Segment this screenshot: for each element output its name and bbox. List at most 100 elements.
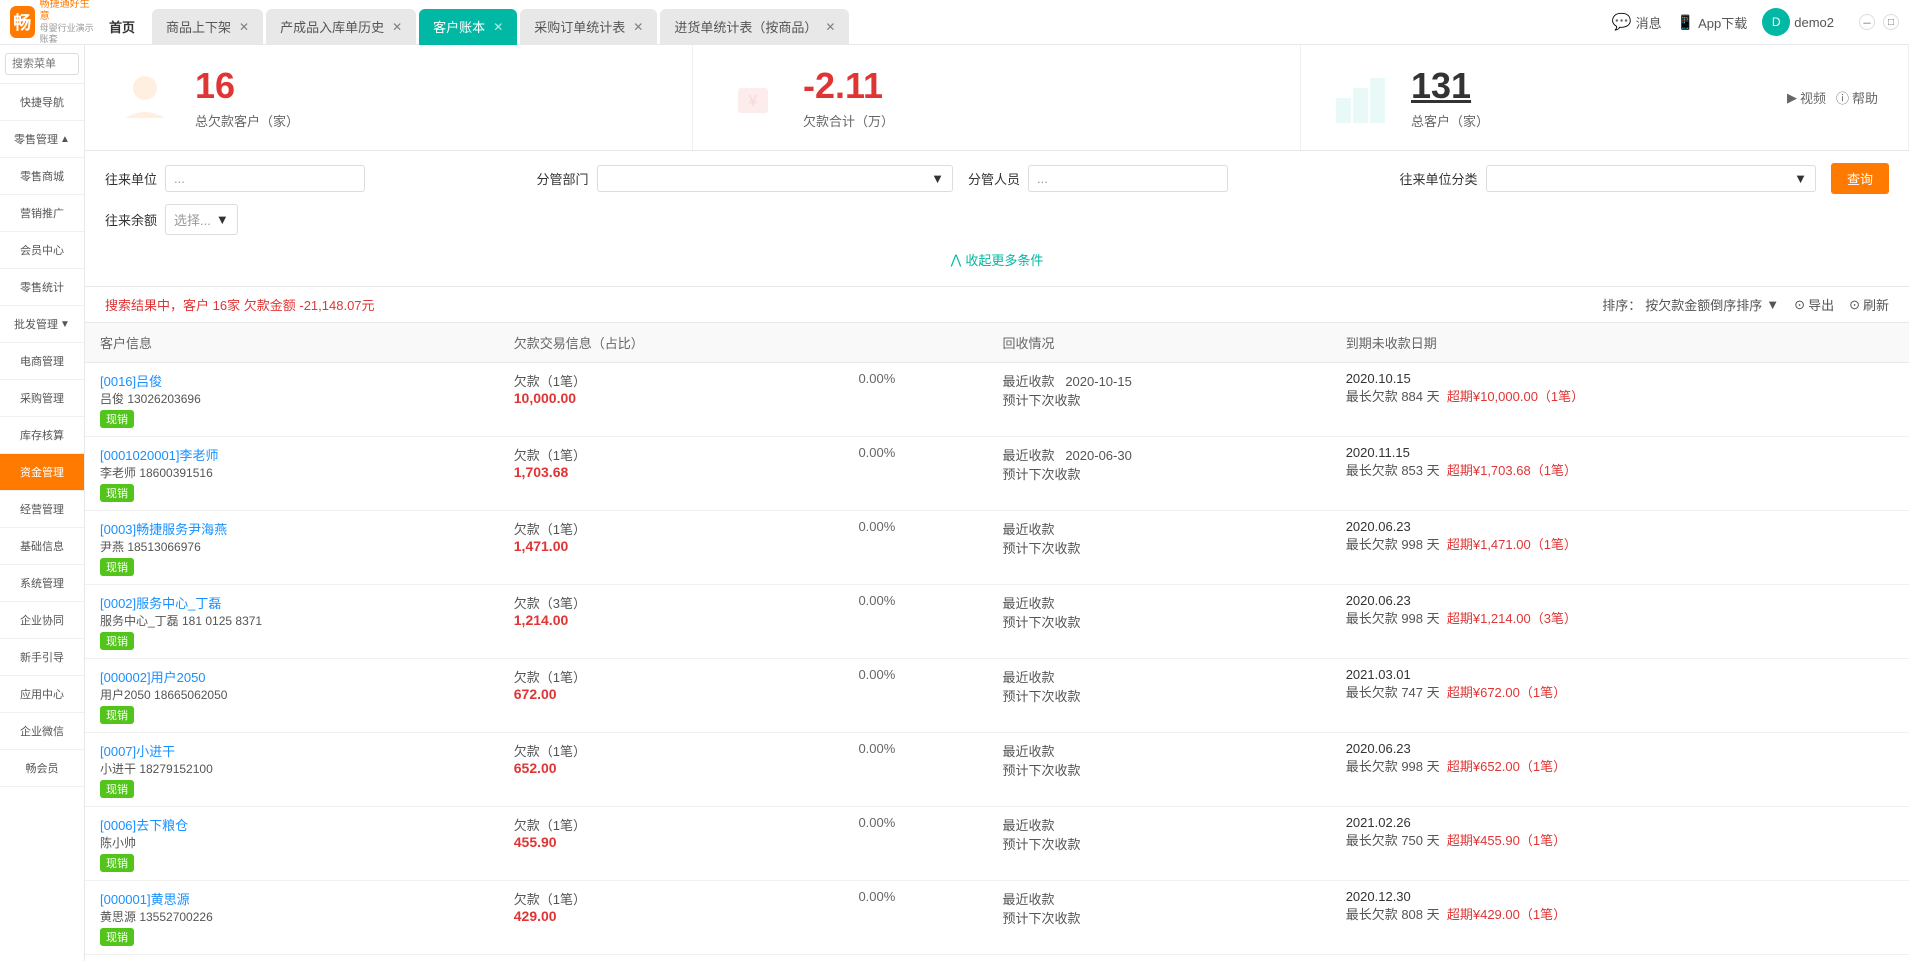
overdue-amount[interactable]: 超期¥1,471.00（1笔） (1447, 537, 1577, 552)
sidebar-item-purchase-mgmt[interactable]: 采购管理 (0, 380, 84, 417)
app-name: 畅捷通好生意 母婴行业演示账套 (40, 0, 95, 45)
debt-amount: 455.90 (514, 834, 829, 850)
customer-name[interactable]: [000002]用户2050 (100, 667, 484, 686)
next-collect-info: 预计下次收款 (1002, 538, 1315, 557)
sidebar-item-ops-mgmt[interactable]: 经营管理 (0, 491, 84, 528)
sidebar-item-member-center[interactable]: 会员中心 (0, 232, 84, 269)
debt-info-cell: 欠款（1笔） 10,000.00 (499, 363, 844, 437)
message-btn[interactable]: 💬 消息 (1612, 12, 1662, 32)
overdue-amount[interactable]: 超期¥455.90（1笔） (1447, 833, 1566, 848)
result-actions: 排序： 按欠款金额倒序排序 ▼ ⊙ 导出 ⊙ 刷新 (1602, 295, 1889, 314)
last-collect-info: 最近收款 (1002, 889, 1315, 908)
debt-percent: 0.00% (858, 519, 895, 534)
overdue-amount[interactable]: 超期¥1,214.00（3笔） (1447, 611, 1577, 626)
minimize-btn[interactable]: － (1859, 14, 1875, 30)
tab-customer-account[interactable]: 客户账本 ✕ (419, 9, 517, 45)
debt-amount: 1,703.68 (514, 464, 829, 480)
close-icon[interactable]: ✕ (825, 20, 835, 34)
search-button[interactable]: 查询 (1831, 163, 1889, 194)
sidebar-item-ecommerce[interactable]: 电商管理 (0, 343, 84, 380)
customer-name[interactable]: [0002]服务中心_丁磊 (100, 593, 484, 612)
overdue-info: 最长欠款 853 天 超期¥1,703.68（1笔） (1346, 460, 1894, 479)
person-input[interactable]: ... (1028, 165, 1228, 192)
sidebar-item-sys-mgmt[interactable]: 系统管理 (0, 565, 84, 602)
sidebar-item-enterprise[interactable]: 企业协同 (0, 602, 84, 639)
source-unit-input[interactable]: ... (165, 165, 365, 192)
debt-label: 欠款（1笔） (514, 815, 829, 834)
app-download-btn[interactable]: 📱 App下载 (1677, 13, 1748, 32)
maximize-btn[interactable]: □ (1883, 14, 1899, 30)
customer-info-cell: [0002]服务中心_丁磊 服务中心_丁磊 181 0125 8371 现销 (85, 585, 499, 659)
tab-home[interactable]: 首页 (95, 9, 149, 45)
sidebar-item-marketing[interactable]: 营销推广 (0, 195, 84, 232)
overdue-amount[interactable]: 超期¥672.00（1笔） (1447, 685, 1566, 700)
customer-name[interactable]: [000001]黄思源 (100, 889, 484, 908)
export-btn[interactable]: ⊙ 导出 (1794, 295, 1834, 314)
sidebar-item-inventory[interactable]: 库存核算 (0, 417, 84, 454)
customer-name[interactable]: [0006]去下粮仓 (100, 815, 484, 834)
sidebar-search-area (0, 45, 84, 84)
stat-info-overdue-amount: -2.11 欠款合计（万） (803, 65, 894, 130)
sidebar-item-new-guide[interactable]: 新手引导 (0, 639, 84, 676)
sidebar-item-app-center[interactable]: 应用中心 (0, 676, 84, 713)
sidebar-item-retail-stats[interactable]: 零售统计 (0, 269, 84, 306)
sidebar-search-input[interactable] (5, 53, 79, 75)
collection-cell: 最近收款 预计下次收款 (987, 881, 1330, 955)
tab-purchase-stats[interactable]: 进货单统计表（按商品） ✕ (660, 9, 849, 45)
user-menu[interactable]: D demo2 (1762, 8, 1834, 36)
tab-purchase-order[interactable]: 采购订单统计表 ✕ (520, 9, 657, 45)
overdue-amount-label: 欠款合计（万） (803, 111, 894, 130)
debt-percent: 0.00% (858, 371, 895, 386)
sidebar-item-vip-member[interactable]: 畅会员 (0, 750, 84, 787)
close-icon[interactable]: ✕ (633, 20, 643, 34)
customer-name[interactable]: [0016]吕俊 (100, 371, 484, 390)
overdue-days: 最长欠款 884 天 (1346, 389, 1444, 404)
collapse-filter-btn[interactable]: ⋀ 收起更多条件 (105, 245, 1889, 274)
customer-info-cell: [0001020001]李老师 李老师 18600391516 现销 (85, 437, 499, 511)
debt-label: 欠款（3笔） (514, 593, 829, 612)
close-icon[interactable]: ✕ (239, 20, 249, 34)
overdue-info: 最长欠款 998 天 超期¥1,214.00（3笔） (1346, 608, 1894, 627)
overdue-amount[interactable]: 超期¥1,703.68（1笔） (1447, 463, 1577, 478)
help-btn[interactable]: ⓘ 帮助 (1836, 88, 1878, 107)
debt-percent: 0.00% (858, 667, 895, 682)
overdue-amount[interactable]: 超期¥429.00（1笔） (1447, 907, 1566, 922)
overdue-amount[interactable]: 超期¥10,000.00（1笔） (1447, 389, 1584, 404)
customer-contact: 陈小帅 (100, 834, 484, 851)
sort-select[interactable]: 排序： 按欠款金额倒序排序 ▼ (1602, 295, 1779, 314)
sidebar-item-corp-wechat[interactable]: 企业微信 (0, 713, 84, 750)
sidebar-item-quick-nav[interactable]: 快捷导航 (0, 84, 84, 121)
sidebar-item-capital-mgmt[interactable]: 资金管理 (0, 454, 84, 491)
total-customers-value[interactable]: 131 (1411, 65, 1787, 107)
customer-name[interactable]: [0003]畅捷服务尹海燕 (100, 519, 484, 538)
sidebar-item-basic-info[interactable]: 基础信息 (0, 528, 84, 565)
debt-info-cell: 欠款（3笔） 1,214.00 (499, 585, 844, 659)
dept-select[interactable]: ▼ (597, 165, 953, 192)
customer-name[interactable]: [0007]小进干 (100, 741, 484, 760)
sidebar-item-retail-mgmt[interactable]: 零售管理 ▲ (0, 121, 84, 158)
debt-percent-cell: 0.00% (843, 511, 987, 585)
next-collect-info: 预计下次收款 (1002, 390, 1315, 409)
table-row: [0003]畅捷服务尹海燕 尹燕 18513066976 现销 欠款（1笔） 1… (85, 511, 1909, 585)
svg-text:¥: ¥ (748, 93, 758, 110)
debt-percent-cell: 0.00% (843, 363, 987, 437)
tab-product-history[interactable]: 产成品入库单历史 ✕ (266, 9, 416, 45)
overdue-amount-icon: ¥ (723, 68, 783, 128)
debt-percent-cell: 0.00% (843, 807, 987, 881)
sidebar-item-retail-mall[interactable]: 零售商城 (0, 158, 84, 195)
close-icon[interactable]: ✕ (392, 20, 402, 34)
overdue-customers-label: 总欠款客户（家） (195, 111, 299, 130)
video-btn[interactable]: ▶ 视频 (1787, 88, 1826, 107)
balance-select[interactable]: 选择... ▼ (165, 204, 238, 235)
sidebar-item-batch-mgmt[interactable]: 批发管理 ▼ (0, 306, 84, 343)
debt-percent: 0.00% (858, 889, 895, 904)
overdue-amount[interactable]: 超期¥652.00（1笔） (1447, 759, 1566, 774)
refresh-btn[interactable]: ⊙ 刷新 (1849, 295, 1889, 314)
debt-info-cell: 欠款（1笔） 652.00 (499, 733, 844, 807)
debt-amount: 429.00 (514, 908, 829, 924)
close-icon[interactable]: ✕ (493, 20, 503, 34)
debt-info-cell: 欠款（1笔） 672.00 (499, 659, 844, 733)
tab-product-off[interactable]: 商品上下架 ✕ (152, 9, 263, 45)
customer-name[interactable]: [0001020001]李老师 (100, 445, 484, 464)
unit-category-select[interactable]: ▼ (1486, 165, 1816, 192)
